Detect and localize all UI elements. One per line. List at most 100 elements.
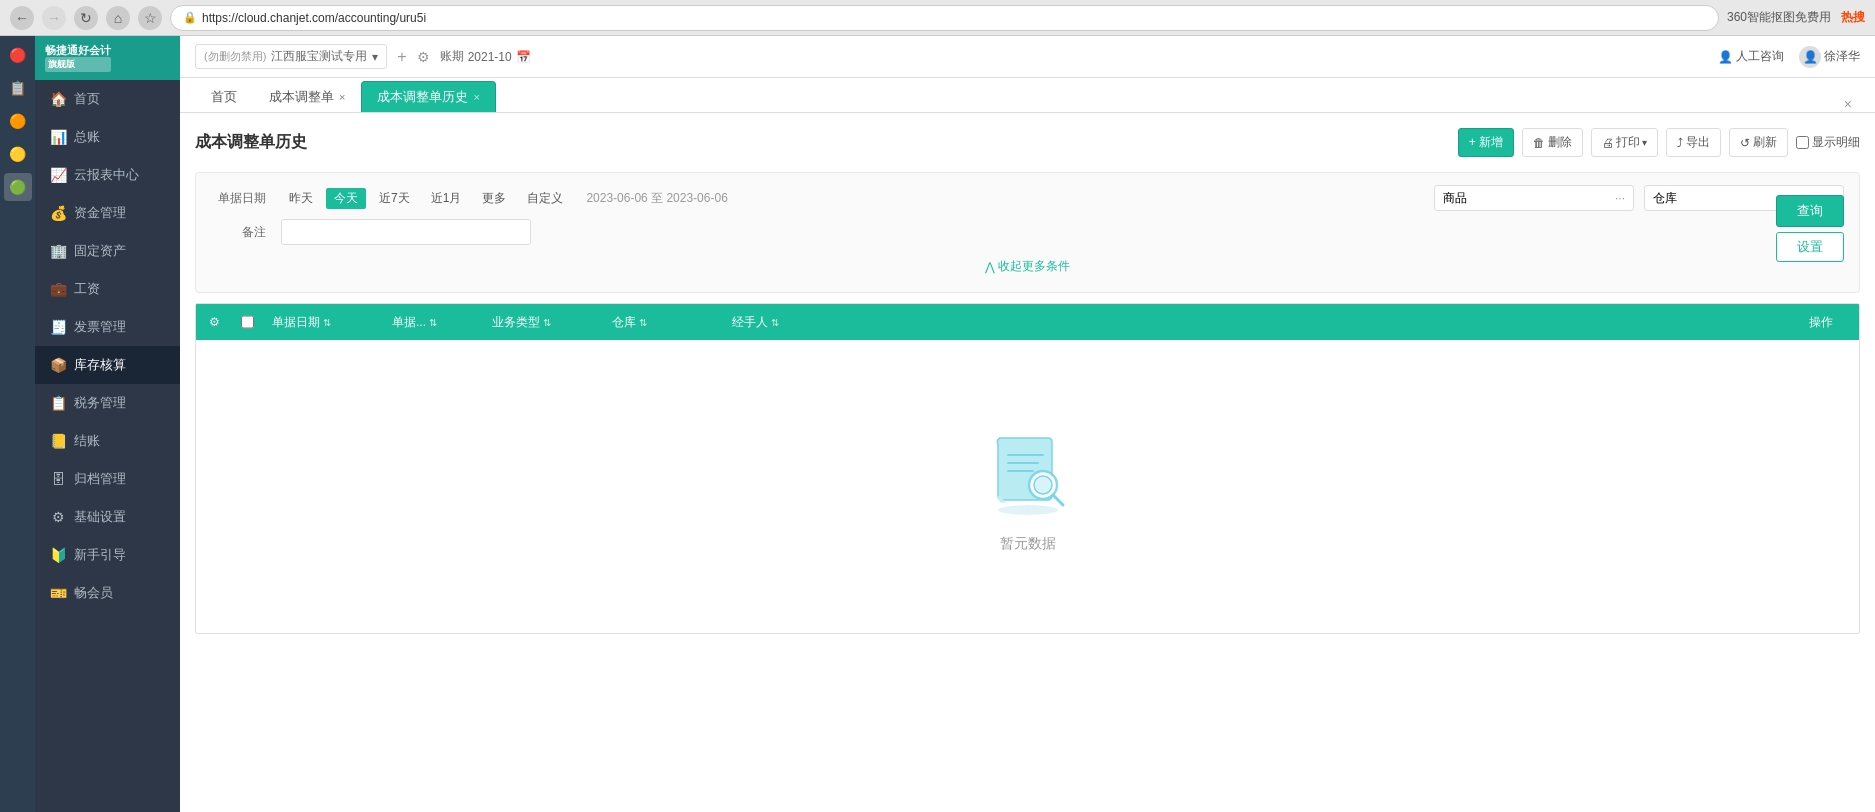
- display-toggle[interactable]: 显示明细: [1796, 134, 1860, 151]
- sidebar-item-invoice[interactable]: 🧾 发票管理: [35, 308, 180, 346]
- print-icon: 🖨: [1602, 136, 1614, 150]
- date-option-more[interactable]: 更多: [474, 188, 514, 209]
- th-warehouse[interactable]: 仓库 ⇅: [602, 314, 722, 331]
- display-toggle-checkbox[interactable]: [1796, 136, 1809, 149]
- refresh-button[interactable]: ↺ 刷新: [1729, 128, 1788, 157]
- filter-settings-button[interactable]: 设置: [1776, 232, 1844, 262]
- sidebar-item-inventory[interactable]: 📦 库存核算: [35, 346, 180, 384]
- sidebar-icon-item-3[interactable]: 🟠: [4, 107, 32, 135]
- url-text: https://cloud.chanjet.com/accounting/uru…: [202, 11, 426, 25]
- print-button[interactable]: 🖨 打印 ▾: [1591, 128, 1658, 157]
- date-option-custom[interactable]: 自定义: [519, 188, 571, 209]
- nav-sidebar: 畅捷通好会计 旗舰版 🏠 首页 📊 总账 📈 云报表中心 💰 资金管理 🏢 固定…: [35, 36, 180, 812]
- consult-btn[interactable]: 👤 人工咨询: [1718, 48, 1784, 65]
- date-option-today[interactable]: 今天: [326, 188, 366, 209]
- sidebar-icon-item-1[interactable]: 🔴: [4, 41, 32, 69]
- th-voucher-label: 单据...: [392, 314, 426, 331]
- headset-icon: 👤: [1718, 50, 1733, 64]
- reload-button[interactable]: ↻: [74, 6, 98, 30]
- sidebar-item-settings[interactable]: ⚙ 基础设置: [35, 498, 180, 536]
- security-icon: 🔒: [183, 11, 197, 24]
- invoice-nav-icon: 🧾: [50, 319, 66, 335]
- empty-svg: [978, 420, 1078, 520]
- product-select[interactable]: 商品 ···: [1434, 185, 1634, 211]
- new-button[interactable]: + 新增: [1458, 128, 1514, 157]
- back-button[interactable]: ←: [10, 6, 34, 30]
- add-workspace-icon[interactable]: +: [397, 48, 406, 66]
- url-bar[interactable]: 🔒 https://cloud.chanjet.com/accounting/u…: [170, 5, 1719, 31]
- th-voucher-sort-icon: ⇅: [429, 317, 437, 328]
- sidebar-item-label-guide: 新手引导: [74, 546, 126, 564]
- sidebar-item-closing[interactable]: 📒 结账: [35, 422, 180, 460]
- th-biztype-label: 业务类型: [492, 314, 540, 331]
- sidebar-item-archive[interactable]: 🗄 归档管理: [35, 460, 180, 498]
- tab-cost-adjust-close[interactable]: ×: [339, 91, 345, 103]
- sidebar-item-ledger[interactable]: 📊 总账: [35, 118, 180, 156]
- tab-cost-adjust-label: 成本调整单: [269, 88, 334, 106]
- filter-area: 单据日期 昨天 今天 近7天 近1月 更多 自定义 2023-06-06 至 2…: [195, 172, 1860, 293]
- star-button[interactable]: ☆: [138, 6, 162, 30]
- th-biztype[interactable]: 业务类型 ⇅: [482, 314, 602, 331]
- member-nav-icon: 🎫: [50, 585, 66, 601]
- period-value: 2021-10: [468, 50, 512, 64]
- close-all-icon[interactable]: ×: [1836, 96, 1860, 112]
- collapse-area: ⋀ 收起更多条件: [211, 253, 1844, 280]
- sidebar-item-member[interactable]: 🎫 畅会员: [35, 574, 180, 612]
- tax-nav-icon: 📋: [50, 395, 66, 411]
- user-info[interactable]: 👤 徐泽华: [1799, 46, 1860, 68]
- sidebar-item-cloud-report[interactable]: 📈 云报表中心: [35, 156, 180, 194]
- tab-cost-adjust-history[interactable]: 成本调整单历史 ×: [361, 81, 495, 112]
- calendar-icon[interactable]: 📅: [516, 50, 531, 64]
- sidebar-item-home[interactable]: 🏠 首页: [35, 80, 180, 118]
- sidebar-item-label-fund: 资金管理: [74, 204, 126, 222]
- sidebar-icon-item-5[interactable]: 🟢: [4, 173, 32, 201]
- sidebar-item-fund[interactable]: 💰 资金管理: [35, 194, 180, 232]
- th-handler[interactable]: 经手人 ⇅: [722, 314, 872, 331]
- sidebar-item-guide[interactable]: 🔰 新手引导: [35, 536, 180, 574]
- sidebar-icon-item-2[interactable]: 📋: [4, 74, 32, 102]
- date-option-yesterday[interactable]: 昨天: [281, 188, 321, 209]
- header-right: 👤 人工咨询 👤 徐泽华: [1718, 46, 1860, 68]
- tab-home-label: 首页: [211, 88, 237, 106]
- th-voucher[interactable]: 单据... ⇅: [382, 314, 482, 331]
- delete-button[interactable]: 🗑 删除: [1522, 128, 1583, 157]
- export-button[interactable]: ⤴ 导出: [1666, 128, 1721, 157]
- period-label: 账期 2021-10 📅: [440, 48, 531, 65]
- sidebar-item-fixed-assets[interactable]: 🏢 固定资产: [35, 232, 180, 270]
- tab-cost-adjust[interactable]: 成本调整单 ×: [253, 81, 361, 112]
- workspace-selector[interactable]: (勿删勿禁用) 江西服宝测试专用 ▾: [195, 44, 387, 69]
- th-date[interactable]: 单据日期 ⇅: [262, 314, 382, 331]
- table-container: ⚙ 单据日期 ⇅ 单据... ⇅ 业务类型 ⇅: [195, 303, 1860, 634]
- tab-cost-adjust-history-close[interactable]: ×: [473, 91, 479, 103]
- date-option-7days[interactable]: 近7天: [371, 188, 418, 209]
- app-edition: 旗舰版: [45, 57, 111, 72]
- sidebar-item-label-archive: 归档管理: [74, 470, 126, 488]
- forward-button[interactable]: →: [42, 6, 66, 30]
- th-settings[interactable]: ⚙: [196, 315, 232, 329]
- empty-text: 暂元数据: [1000, 535, 1056, 553]
- tab-bar: 首页 成本调整单 × 成本调整单历史 × ×: [180, 78, 1875, 113]
- filter-row-date: 单据日期 昨天 今天 近7天 近1月 更多 自定义 2023-06-06 至 2…: [211, 185, 1844, 211]
- sidebar-icon-item-4[interactable]: 🟡: [4, 140, 32, 168]
- th-checkbox[interactable]: [232, 315, 262, 329]
- fixed-assets-nav-icon: 🏢: [50, 243, 66, 259]
- note-filter-input[interactable]: [281, 219, 531, 245]
- query-button[interactable]: 查询: [1776, 195, 1844, 227]
- icon-sidebar: 🔴 📋 🟠 🟡 🟢: [0, 36, 35, 812]
- app-logo-text: 畅捷通好会计: [45, 44, 111, 57]
- app-header: (勿删勿禁用) 江西服宝测试专用 ▾ + ⚙ 账期 2021-10 📅 👤 人工…: [180, 36, 1875, 78]
- gear-icon[interactable]: ⚙: [417, 49, 430, 65]
- th-warehouse-label: 仓库: [612, 314, 636, 331]
- sidebar-item-salary[interactable]: 💼 工资: [35, 270, 180, 308]
- home-button[interactable]: ⌂: [106, 6, 130, 30]
- select-all-checkbox[interactable]: [241, 315, 254, 329]
- sidebar-item-tax[interactable]: 📋 税务管理: [35, 384, 180, 422]
- tab-home[interactable]: 首页: [195, 81, 253, 112]
- main-content: (勿删勿禁用) 江西服宝测试专用 ▾ + ⚙ 账期 2021-10 📅 👤 人工…: [180, 36, 1875, 812]
- th-ops: 操作: [1799, 314, 1859, 331]
- sidebar-item-label-inventory: 库存核算: [74, 356, 126, 374]
- collapse-btn[interactable]: ⋀ 收起更多条件: [985, 258, 1070, 275]
- date-option-1month[interactable]: 近1月: [423, 188, 470, 209]
- delete-icon: 🗑: [1533, 136, 1545, 150]
- settings-nav-icon: ⚙: [50, 509, 66, 525]
